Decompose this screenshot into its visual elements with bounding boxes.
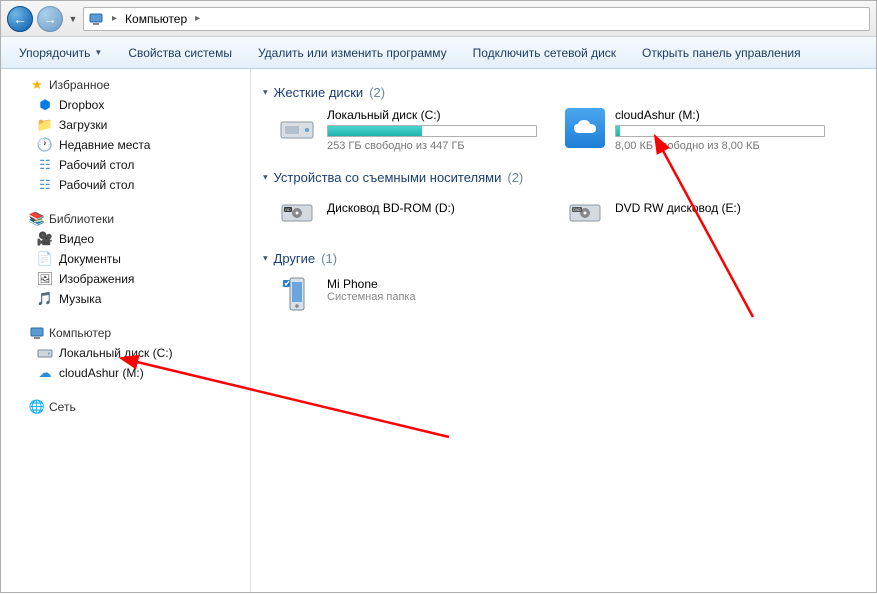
device-bdrom[interactable]: BD Дисковод BD-ROM (D:) [277,193,537,233]
drive-cloudashur-m[interactable]: cloudAshur (M:) 8,00 КБ свободно из 8,00… [565,108,825,152]
sidebar-item-cloudashur[interactable]: ☁ cloudAshur (M:) [1,363,250,383]
svg-text:BD: BD [285,207,291,212]
device-title: DVD RW дисковод (E:) [615,201,741,233]
map-network-drive-button[interactable]: Подключить сетевой диск [461,42,628,64]
document-icon: 📄 [37,251,53,267]
open-control-panel-button[interactable]: Открыть панель управления [630,42,813,64]
svg-text:DVD: DVD [573,208,581,212]
picture-icon: 🖼 [37,271,53,287]
computer-icon [29,325,45,341]
breadcrumb-root[interactable]: Компьютер [125,12,187,26]
arrow-left-icon: ← [13,11,27,27]
cloud-drive-icon [565,108,605,148]
main-split: ▸ ★ Избранное ⬢ Dropbox 📁 Загрузки 🕐 Нед… [1,69,876,592]
sidebar-item-documents[interactable]: 📄 Документы [1,249,250,269]
removable-row: BD Дисковод BD-ROM (D:) DVD DVD RW диско… [277,193,864,233]
computer-icon [88,11,104,27]
cloud-drive-icon: ☁ [37,365,53,381]
drive-free-space: 253 ГБ свободно из 447 ГБ [327,140,537,152]
other-row: Mi Phone Системная папка [277,274,864,314]
device-title: Дисковод BD-ROM (D:) [327,201,455,233]
capacity-fill [328,126,422,136]
arrow-right-icon: → [43,11,57,27]
category-other[interactable]: ▸ Другие (1) [263,251,864,266]
chevron-down-icon: ▸ [260,256,271,261]
capacity-bar [327,125,537,137]
device-miphone[interactable]: Mi Phone Системная папка [277,274,537,314]
hard-drives-row: Локальный диск (C:) 253 ГБ свободно из 4… [277,108,864,152]
music-icon: 🎵 [37,291,53,307]
chevron-right-icon: ▸ [108,13,121,24]
sidebar-header-favorites[interactable]: ▸ ★ Избранное [1,75,250,95]
hard-drive-icon [277,108,317,148]
sidebar-item-desktop[interactable]: ☷ Рабочий стол [1,175,250,195]
category-hard-drives[interactable]: ▸ Жесткие диски (2) [263,85,864,100]
breadcrumb[interactable]: ▸ Компьютер ▸ [83,7,870,31]
folder-icon: 📁 [37,117,53,133]
sidebar-item-local-disk-c[interactable]: Локальный диск (C:) [1,343,250,363]
sidebar-item-pictures[interactable]: 🖼 Изображения [1,269,250,289]
sidebar-item-videos[interactable]: 🎥 Видео [1,229,250,249]
organize-label: Упорядочить [19,46,90,60]
drive-title: Локальный диск (C:) [327,108,537,122]
drive-free-space: 8,00 КБ свободно из 8,00 КБ [615,140,825,152]
optical-drive-icon: BD [277,193,317,233]
phone-icon [277,274,317,314]
capacity-fill [616,126,620,136]
chevron-down-icon: ▸ [260,90,271,95]
desktop-icon: ☷ [37,177,53,193]
history-dropdown[interactable]: ▼ [67,8,79,30]
capacity-bar [615,125,825,137]
drive-title: cloudAshur (M:) [615,108,825,122]
sidebar-item-desktop[interactable]: ☷ Рабочий стол [1,155,250,175]
chevron-down-icon: ▼ [94,48,102,57]
recent-icon: 🕐 [37,137,53,153]
network-icon: 🌐 [29,399,45,415]
chevron-right-icon: ▸ [191,13,204,24]
sidebar-group-network: ▸ 🌐 Сеть [1,397,250,417]
drive-info: Локальный диск (C:) 253 ГБ свободно из 4… [327,108,537,152]
sidebar-header-libraries[interactable]: ▸ 📚 Библиотеки [1,209,250,229]
optical-drive-icon: DVD [565,193,605,233]
sidebar-group-favorites: ▸ ★ Избранное ⬢ Dropbox 📁 Загрузки 🕐 Нед… [1,75,250,195]
address-bar: ← → ▼ ▸ Компьютер ▸ [1,1,876,37]
sidebar-header-computer[interactable]: ▸ Компьютер [1,323,250,343]
sidebar-item-music[interactable]: 🎵 Музыка [1,289,250,309]
dropbox-icon: ⬢ [37,97,53,113]
chevron-down-icon: ▸ [260,175,271,180]
star-icon: ★ [29,77,45,93]
content-pane: ▸ Жесткие диски (2) Локальный диск (C:) … [251,69,876,592]
device-subtitle: Системная папка [327,291,416,303]
video-icon: 🎥 [37,231,53,247]
command-bar: Упорядочить ▼ Свойства системы Удалить и… [1,37,876,69]
sidebar-item-recent[interactable]: 🕐 Недавние места [1,135,250,155]
sidebar-group-computer: ▸ Компьютер Локальный диск (C:) ☁ cloudA… [1,323,250,383]
device-title: Mi Phone [327,277,416,291]
uninstall-program-button[interactable]: Удалить или изменить программу [246,42,459,64]
back-button[interactable]: ← [7,6,33,32]
sidebar-group-libraries: ▸ 📚 Библиотеки 🎥 Видео 📄 Документы 🖼 Изо… [1,209,250,309]
libraries-icon: 📚 [29,211,45,227]
forward-button[interactable]: → [37,6,63,32]
device-dvdrw[interactable]: DVD DVD RW дисковод (E:) [565,193,825,233]
system-properties-button[interactable]: Свойства системы [116,42,244,64]
category-removable[interactable]: ▸ Устройства со съемными носителями (2) [263,170,864,185]
navigation-sidebar: ▸ ★ Избранное ⬢ Dropbox 📁 Загрузки 🕐 Нед… [1,69,251,592]
organize-button[interactable]: Упорядочить ▼ [7,42,114,64]
desktop-icon: ☷ [37,157,53,173]
drive-local-c[interactable]: Локальный диск (C:) 253 ГБ свободно из 4… [277,108,537,152]
sidebar-header-network[interactable]: ▸ 🌐 Сеть [1,397,250,417]
drive-icon [37,345,53,361]
drive-info: cloudAshur (M:) 8,00 КБ свободно из 8,00… [615,108,825,152]
sidebar-item-dropbox[interactable]: ⬢ Dropbox [1,95,250,115]
sidebar-item-downloads[interactable]: 📁 Загрузки [1,115,250,135]
